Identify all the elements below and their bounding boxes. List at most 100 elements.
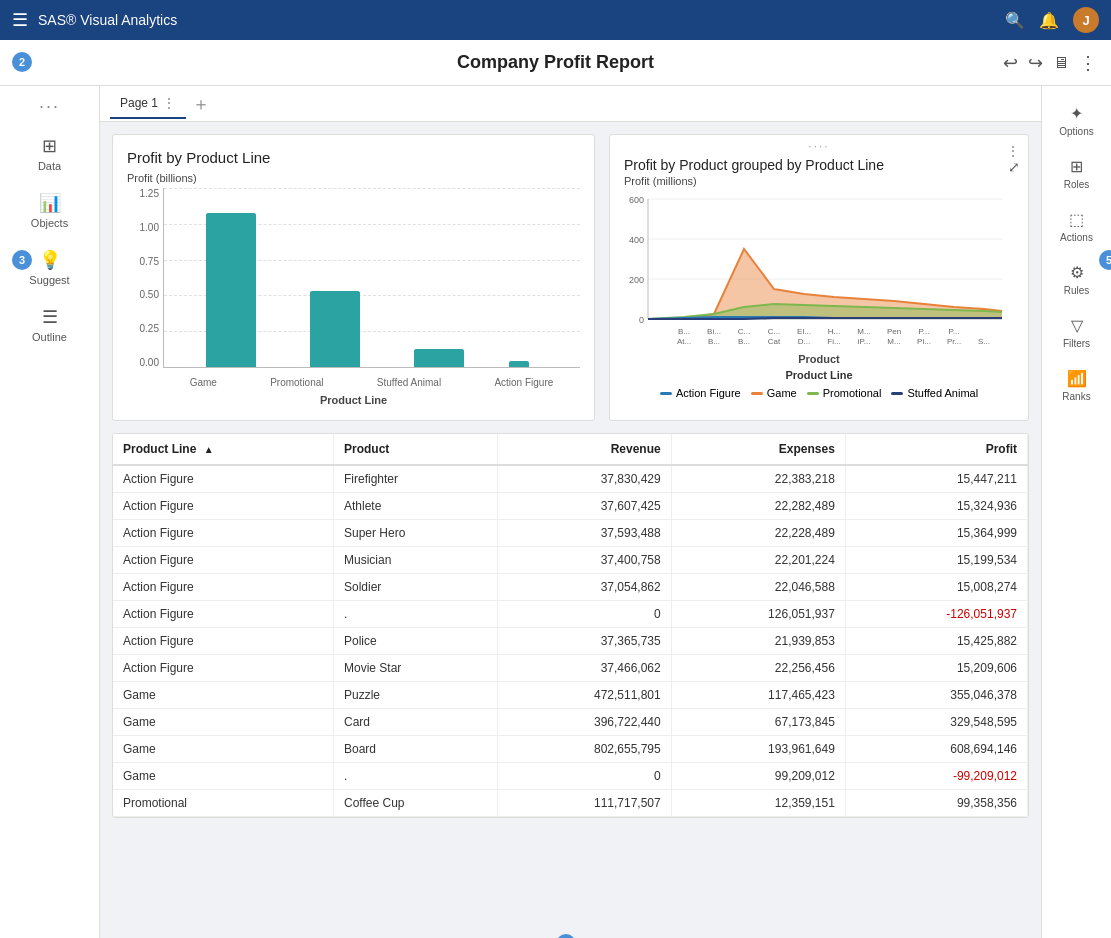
add-page-button[interactable]: ＋ — [192, 92, 210, 116]
cell-revenue: 0 — [497, 601, 671, 628]
table-row: Action Figure Musician 37,400,758 22,201… — [113, 547, 1028, 574]
undo-button[interactable]: ↩ — [1003, 52, 1018, 74]
sidebar-item-objects[interactable]: 📊 Objects — [7, 184, 93, 237]
legend-promotional-color — [807, 392, 819, 395]
sidebar-item-rules[interactable]: ⚙ Rules — [1047, 255, 1107, 304]
cell-revenue: 37,466,062 — [497, 655, 671, 682]
col-product[interactable]: Product — [334, 434, 498, 465]
cell-profit: 608,694,146 — [845, 736, 1027, 763]
svg-text:B...: B... — [678, 327, 690, 336]
search-icon[interactable]: 🔍 — [1005, 11, 1025, 30]
legend-game: Game — [751, 387, 797, 399]
legend-stuffed-animal-label: Stuffed Animal — [907, 387, 978, 399]
cell-revenue: 111,717,507 — [497, 790, 671, 817]
svg-text:M...: M... — [887, 337, 900, 346]
col-revenue[interactable]: Revenue — [497, 434, 671, 465]
page-tab-menu[interactable]: ⋮ — [162, 95, 176, 111]
svg-text:At...: At... — [677, 337, 691, 346]
top-navigation: ☰ SAS® Visual Analytics 🔍 🔔 J — [0, 0, 1111, 40]
page-1-label: Page 1 — [120, 96, 158, 110]
bar-chart-title: Profit by Product Line — [127, 149, 580, 166]
export-button[interactable]: 🖥 — [1053, 54, 1069, 72]
cell-product: Puzzle — [334, 682, 498, 709]
sidebar-item-outline[interactable]: ☰ Outline — [7, 298, 93, 351]
sidebar-rules-label: Rules — [1064, 285, 1090, 296]
rules-icon: ⚙ — [1070, 263, 1084, 282]
sidebar-item-roles[interactable]: ⊞ Roles — [1047, 149, 1107, 198]
col-expenses[interactable]: Expenses — [671, 434, 845, 465]
sidebar-item-options[interactable]: ✦ Options — [1047, 96, 1107, 145]
svg-text:400: 400 — [629, 235, 644, 245]
line-chart-menu[interactable]: ⋮ — [1006, 143, 1020, 159]
sidebar-item-filters[interactable]: ▽ Filters — [1047, 308, 1107, 357]
app-title: SAS® Visual Analytics — [38, 12, 995, 28]
sidebar-ranks-label: Ranks — [1062, 391, 1090, 402]
bar-action-figure — [509, 361, 529, 367]
svg-text:B...: B... — [708, 337, 720, 346]
line-chart-x-title: Product — [624, 353, 1014, 365]
legend-action-figure: Action Figure — [660, 387, 741, 399]
cell-expenses: 99,209,012 — [671, 763, 845, 790]
cell-profit: 15,447,211 — [845, 465, 1027, 493]
redo-button[interactable]: ↪ — [1028, 52, 1043, 74]
bar-chart-area: 1.25 1.00 0.75 0.50 0.25 0.00 — [127, 188, 580, 388]
page-1-tab[interactable]: Page 1 ⋮ — [110, 89, 186, 119]
bar-chart-y-axis: 1.25 1.00 0.75 0.50 0.25 0.00 — [127, 188, 163, 368]
sidebar-item-actions[interactable]: ⬚ Actions — [1047, 202, 1107, 251]
cell-product: Card — [334, 709, 498, 736]
legend-promotional-label: Promotional — [823, 387, 882, 399]
svg-text:0: 0 — [639, 315, 644, 325]
cell-product-line: Action Figure — [113, 574, 334, 601]
cell-product-line: Game — [113, 709, 334, 736]
avatar[interactable]: J — [1073, 7, 1099, 33]
cell-profit: -99,209,012 — [845, 763, 1027, 790]
bell-icon[interactable]: 🔔 — [1039, 11, 1059, 30]
table-row: Promotional Coffee Cup 111,717,507 12,35… — [113, 790, 1028, 817]
cell-expenses: 21,939,853 — [671, 628, 845, 655]
cell-profit: 99,358,356 — [845, 790, 1027, 817]
col-product-line[interactable]: Product Line ▲ — [113, 434, 334, 465]
sidebar-suggest-label: Suggest — [29, 274, 69, 286]
canvas-area: Profit by Product Line Profit (billions)… — [100, 122, 1041, 938]
svg-text:Bi...: Bi... — [707, 327, 721, 336]
svg-text:iP...: iP... — [858, 337, 871, 346]
sort-arrow: ▲ — [204, 444, 214, 455]
report-title: Company Profit Report — [457, 52, 654, 73]
cell-product: Soldier — [334, 574, 498, 601]
cell-revenue: 37,365,735 — [497, 628, 671, 655]
actions-icon: ⬚ — [1069, 210, 1084, 229]
svg-text:M...: M... — [857, 327, 870, 336]
svg-text:C...: C... — [738, 327, 750, 336]
cell-expenses: 22,383,218 — [671, 465, 845, 493]
table-header-row: Product Line ▲ Product Revenue Expenses … — [113, 434, 1028, 465]
svg-text:P...: P... — [949, 327, 960, 336]
hamburger-menu[interactable]: ☰ — [12, 9, 28, 31]
sidebar-options-label: Options — [1059, 126, 1093, 137]
cell-product-line: Game — [113, 682, 334, 709]
cell-product-line: Action Figure — [113, 493, 334, 520]
cell-profit: 15,425,882 — [845, 628, 1027, 655]
table-row: Action Figure Firefighter 37,830,429 22,… — [113, 465, 1028, 493]
sidebar-item-ranks[interactable]: 📶 Ranks — [1047, 361, 1107, 410]
cell-expenses: 126,051,937 — [671, 601, 845, 628]
table-row: Game Puzzle 472,511,801 117,465,423 355,… — [113, 682, 1028, 709]
profit-table: Product Line ▲ Product Revenue Expenses … — [113, 434, 1028, 817]
bar-promotional — [310, 291, 360, 367]
sidebar-collapse-dots[interactable]: ··· — [39, 96, 60, 117]
cell-profit: 329,548,595 — [845, 709, 1027, 736]
cell-expenses: 22,228,489 — [671, 520, 845, 547]
cell-expenses: 22,201,224 — [671, 547, 845, 574]
svg-text:Pen: Pen — [887, 327, 901, 336]
cell-product-line: Game — [113, 736, 334, 763]
cell-product: Firefighter — [334, 465, 498, 493]
sidebar-item-data[interactable]: ⊞ Data — [7, 127, 93, 180]
cell-revenue: 472,511,801 — [497, 682, 671, 709]
cell-revenue: 37,400,758 — [497, 547, 671, 574]
line-chart-expand[interactable]: ⤢ — [1008, 159, 1020, 175]
more-options-button[interactable]: ⋮ — [1079, 52, 1097, 74]
col-profit[interactable]: Profit — [845, 434, 1027, 465]
cell-expenses: 67,173,845 — [671, 709, 845, 736]
cell-revenue: 802,655,795 — [497, 736, 671, 763]
svg-text:B...: B... — [738, 337, 750, 346]
table-row: Action Figure . 0 126,051,937 -126,051,9… — [113, 601, 1028, 628]
